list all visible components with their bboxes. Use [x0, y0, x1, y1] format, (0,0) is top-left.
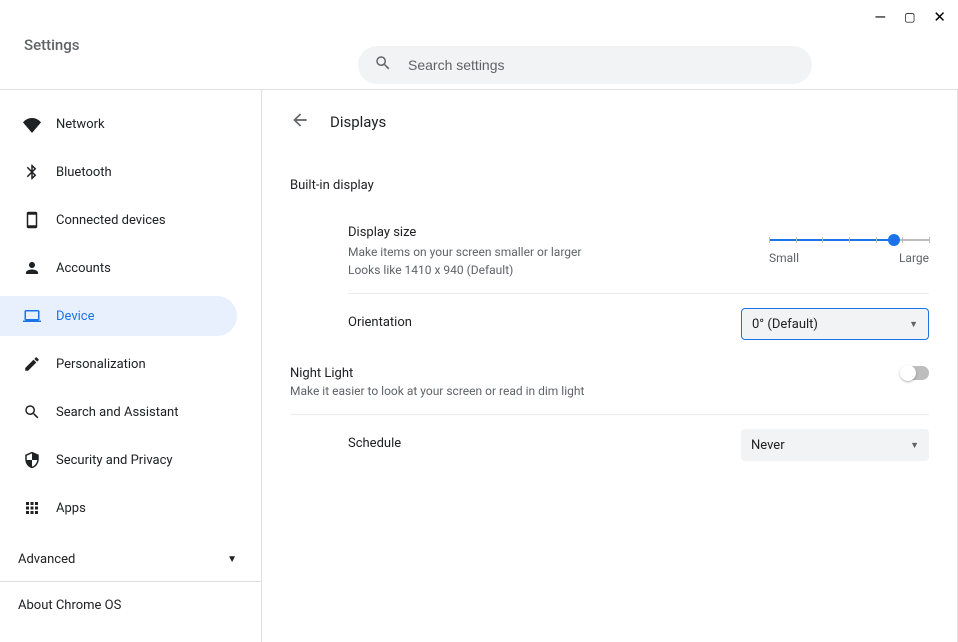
search-box[interactable]	[358, 46, 812, 84]
main-content: Displays Built-in display Display size M…	[262, 90, 958, 642]
sidebar-item-label: Accounts	[56, 261, 111, 276]
sidebar-item-search-assistant[interactable]: Search and Assistant	[0, 392, 237, 432]
window-controls: — ▢ ✕	[874, 8, 946, 26]
section-builtin-title: Built-in display	[290, 178, 929, 193]
search-icon	[374, 54, 392, 76]
sidebar-item-label: Apps	[56, 501, 86, 516]
laptop-icon	[22, 306, 42, 326]
shield-icon	[22, 450, 42, 470]
schedule-dropdown[interactable]: Never ▼	[741, 429, 929, 461]
sidebar-advanced[interactable]: Advanced ▼	[0, 538, 261, 582]
pencil-icon	[22, 354, 42, 374]
setting-display-size: Display size Make items on your screen s…	[348, 211, 929, 294]
about-label: About Chrome OS	[18, 598, 121, 613]
sidebar-item-label: Personalization	[56, 357, 146, 372]
sidebar-item-personalization[interactable]: Personalization	[0, 344, 237, 384]
minimize-button[interactable]: —	[874, 8, 886, 26]
search-input[interactable]	[408, 57, 796, 73]
bluetooth-icon	[22, 162, 42, 182]
slider-label-small: Small	[769, 251, 799, 265]
chevron-down-icon: ▼	[910, 440, 919, 451]
sidebar-item-bluetooth[interactable]: Bluetooth	[0, 152, 237, 192]
sidebar-item-apps[interactable]: Apps	[0, 488, 237, 528]
maximize-button[interactable]: ▢	[904, 10, 915, 24]
devices-icon	[22, 210, 42, 230]
orientation-dropdown[interactable]: 0° (Default) ▼	[741, 308, 929, 340]
sidebar-item-accounts[interactable]: Accounts	[0, 248, 237, 288]
orientation-value: 0° (Default)	[752, 317, 818, 332]
app-title: Settings	[24, 36, 80, 54]
schedule-value: Never	[751, 438, 785, 453]
schedule-label: Schedule	[348, 436, 401, 451]
person-icon	[22, 258, 42, 278]
app-header: Settings	[0, 0, 958, 90]
search-icon	[22, 402, 42, 422]
sidebar-item-label: Security and Privacy	[56, 453, 173, 468]
night-light-toggle[interactable]	[901, 366, 929, 380]
apps-icon	[22, 498, 42, 518]
night-light-sub: Make it easier to look at your screen or…	[290, 384, 584, 398]
display-size-title: Display size	[348, 225, 581, 240]
sidebar: Network Bluetooth Connected devices Acco…	[0, 90, 262, 642]
sidebar-item-label: Search and Assistant	[56, 405, 179, 420]
sidebar-about[interactable]: About Chrome OS	[0, 582, 261, 628]
night-light-title: Night Light	[290, 366, 584, 381]
wifi-icon	[22, 114, 42, 134]
setting-orientation: Orientation 0° (Default) ▼	[348, 294, 929, 354]
orientation-label: Orientation	[348, 315, 412, 330]
close-button[interactable]: ✕	[933, 8, 946, 26]
chevron-down-icon: ▼	[909, 319, 918, 330]
display-size-slider[interactable]	[769, 239, 929, 241]
slider-label-large: Large	[899, 251, 929, 265]
sidebar-item-network[interactable]: Network	[0, 104, 237, 144]
setting-night-light: Night Light Make it easier to look at yo…	[290, 366, 929, 415]
sidebar-item-label: Device	[56, 309, 95, 324]
sidebar-item-device[interactable]: Device	[0, 296, 237, 336]
advanced-label: Advanced	[18, 552, 75, 567]
sidebar-item-label: Connected devices	[56, 213, 166, 228]
chevron-down-icon: ▼	[227, 554, 237, 565]
sidebar-item-label: Bluetooth	[56, 165, 112, 180]
page-title: Displays	[330, 113, 386, 131]
setting-schedule: Schedule Never ▼	[348, 415, 929, 475]
sidebar-item-security[interactable]: Security and Privacy	[0, 440, 237, 480]
sidebar-item-connected-devices[interactable]: Connected devices	[0, 200, 237, 240]
display-size-sub2: Looks like 1410 x 940 (Default)	[348, 261, 581, 279]
display-size-sub1: Make items on your screen smaller or lar…	[348, 243, 581, 261]
slider-thumb[interactable]	[888, 234, 900, 246]
back-button[interactable]	[290, 110, 310, 134]
sidebar-item-label: Network	[56, 117, 105, 132]
